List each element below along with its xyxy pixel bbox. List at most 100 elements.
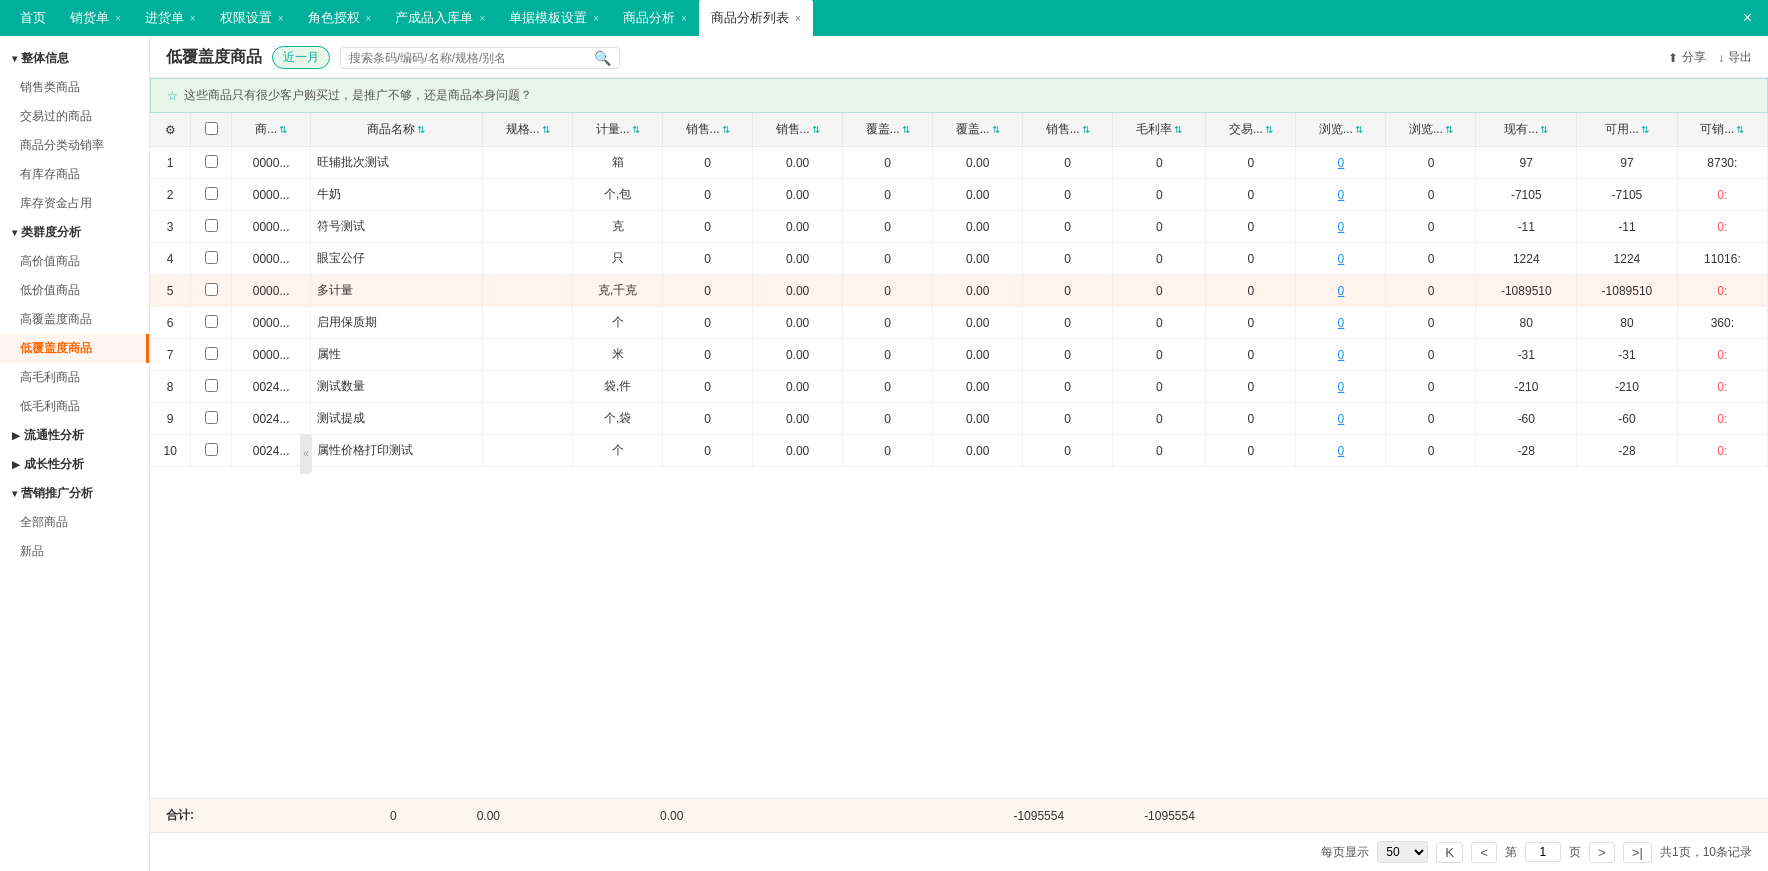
- nav-product-analysis-list[interactable]: 商品分析列表 ×: [699, 0, 813, 36]
- col-current-stock[interactable]: 现有...⇅: [1476, 113, 1577, 147]
- close-icon[interactable]: ×: [278, 13, 284, 24]
- close-icon[interactable]: ×: [593, 13, 599, 24]
- sidebar-item-stocked-goods[interactable]: 有库存商品: [0, 160, 149, 189]
- row-select-checkbox[interactable]: [205, 155, 218, 168]
- row-checkbox[interactable]: [191, 371, 232, 403]
- row-select-checkbox[interactable]: [205, 411, 218, 424]
- page-number-input[interactable]: [1525, 842, 1561, 862]
- row-browse1[interactable]: 0: [1296, 371, 1386, 403]
- row-browse1[interactable]: 0: [1296, 435, 1386, 467]
- row-checkbox[interactable]: [191, 275, 232, 307]
- row-select-checkbox[interactable]: [205, 443, 218, 456]
- row-select-checkbox[interactable]: [205, 219, 218, 232]
- row-select-checkbox[interactable]: [205, 251, 218, 264]
- close-icon[interactable]: ×: [681, 13, 687, 24]
- close-icon[interactable]: ×: [479, 13, 485, 24]
- search-input[interactable]: [349, 51, 594, 65]
- row-checkbox[interactable]: [191, 403, 232, 435]
- row-select-checkbox[interactable]: [205, 283, 218, 296]
- row-select-checkbox[interactable]: [205, 315, 218, 328]
- nav-product-analysis[interactable]: 商品分析 ×: [611, 0, 699, 36]
- sidebar-section-marketing[interactable]: ▾ 营销推广分析: [0, 479, 149, 508]
- time-filter-button[interactable]: 近一月: [272, 46, 330, 69]
- col-sales-qty[interactable]: 销售...⇅: [663, 113, 753, 147]
- col-sales3[interactable]: 销售...⇅: [1023, 113, 1113, 147]
- row-sales3: 0: [1023, 211, 1113, 243]
- row-transaction: 0: [1206, 275, 1296, 307]
- sidebar-item-low-coverage[interactable]: 低覆盖度商品: [0, 334, 149, 363]
- col-unit[interactable]: 计量...⇅: [573, 113, 663, 147]
- sidebar-section-growth[interactable]: ▶ 成长性分析: [0, 450, 149, 479]
- col-sales-amount[interactable]: 销售...⇅: [753, 113, 843, 147]
- prev-page-button[interactable]: <: [1471, 842, 1497, 863]
- row-select-checkbox[interactable]: [205, 379, 218, 392]
- sidebar-item-new-goods[interactable]: 新品: [0, 537, 149, 566]
- col-code[interactable]: 商...⇅: [232, 113, 310, 147]
- nav-sales-order[interactable]: 销货单 ×: [58, 0, 133, 36]
- close-icon[interactable]: ×: [366, 13, 372, 24]
- sidebar-item-all-goods[interactable]: 全部商品: [0, 508, 149, 537]
- table-row: 4 0000... 眼宝公仔 只 0 0.00 0 0.00 0 0 0 0 0…: [150, 243, 1768, 275]
- nav-template-settings[interactable]: 单据模板设置 ×: [497, 0, 611, 36]
- row-select-checkbox[interactable]: [205, 347, 218, 360]
- col-spec[interactable]: 规格...⇅: [483, 113, 573, 147]
- next-page-button[interactable]: >: [1589, 842, 1615, 863]
- row-browse1[interactable]: 0: [1296, 179, 1386, 211]
- col-browse1[interactable]: 浏览...⇅: [1296, 113, 1386, 147]
- share-button[interactable]: ⬆ 分享: [1668, 49, 1706, 66]
- per-page-select[interactable]: 50 10 20 100: [1377, 841, 1428, 863]
- row-checkbox[interactable]: [191, 179, 232, 211]
- col-gear[interactable]: ⚙: [150, 113, 191, 147]
- row-browse1[interactable]: 0: [1296, 243, 1386, 275]
- row-checkbox[interactable]: [191, 339, 232, 371]
- sidebar-item-category-turnover[interactable]: 商品分类动销率: [0, 131, 149, 160]
- row-browse1[interactable]: 0: [1296, 403, 1386, 435]
- sidebar-item-high-value[interactable]: 高价值商品: [0, 247, 149, 276]
- close-icon[interactable]: ×: [795, 13, 801, 24]
- row-browse1[interactable]: 0: [1296, 147, 1386, 179]
- sidebar-item-high-margin[interactable]: 高毛利商品: [0, 363, 149, 392]
- nav-production-stock[interactable]: 产成品入库单 ×: [383, 0, 497, 36]
- row-checkbox[interactable]: [191, 243, 232, 275]
- sidebar-section-circulation[interactable]: ▶ 流通性分析: [0, 421, 149, 450]
- close-icon[interactable]: ×: [190, 13, 196, 24]
- first-page-button[interactable]: K: [1436, 842, 1463, 863]
- sidebar-section-overall[interactable]: ▾ 整体信息: [0, 44, 149, 73]
- col-available-stock[interactable]: 可用...⇅: [1577, 113, 1678, 147]
- nav-purchase-order[interactable]: 进货单 ×: [133, 0, 208, 36]
- row-select-checkbox[interactable]: [205, 187, 218, 200]
- row-browse1[interactable]: 0: [1296, 307, 1386, 339]
- sidebar-item-low-margin[interactable]: 低毛利商品: [0, 392, 149, 421]
- row-browse1[interactable]: 0: [1296, 339, 1386, 371]
- sidebar-item-traded-goods[interactable]: 交易过的商品: [0, 102, 149, 131]
- sidebar-item-low-value[interactable]: 低价值商品: [0, 276, 149, 305]
- col-sellable[interactable]: 可销...⇅: [1677, 113, 1767, 147]
- col-transaction[interactable]: 交易...⇅: [1206, 113, 1296, 147]
- window-close-button[interactable]: ×: [1735, 9, 1760, 27]
- row-checkbox[interactable]: [191, 307, 232, 339]
- last-page-button[interactable]: >|: [1623, 842, 1652, 863]
- row-browse1[interactable]: 0: [1296, 275, 1386, 307]
- col-gross-margin[interactable]: 毛利率⇅: [1113, 113, 1206, 147]
- col-coverage1[interactable]: 覆盖...⇅: [843, 113, 933, 147]
- nav-home[interactable]: 首页: [8, 0, 58, 36]
- sidebar-collapse-button[interactable]: «: [300, 434, 312, 474]
- sidebar-item-high-coverage[interactable]: 高覆盖度商品: [0, 305, 149, 334]
- close-icon[interactable]: ×: [115, 13, 121, 24]
- col-coverage2[interactable]: 覆盖...⇅: [933, 113, 1023, 147]
- nav-permission-settings[interactable]: 权限设置 ×: [208, 0, 296, 36]
- col-browse2[interactable]: 浏览...⇅: [1386, 113, 1476, 147]
- select-all-checkbox[interactable]: [205, 122, 218, 135]
- sidebar-section-cluster[interactable]: ▾ 类群度分析: [0, 218, 149, 247]
- sidebar-item-sales-goods[interactable]: 销售类商品: [0, 73, 149, 102]
- row-browse1[interactable]: 0: [1296, 211, 1386, 243]
- row-checkbox[interactable]: [191, 211, 232, 243]
- row-checkbox[interactable]: [191, 147, 232, 179]
- search-icon[interactable]: 🔍: [594, 50, 611, 66]
- sidebar-item-stock-capital[interactable]: 库存资金占用: [0, 189, 149, 218]
- col-name[interactable]: 商品名称⇅: [310, 113, 482, 147]
- export-button[interactable]: ↓ 导出: [1718, 49, 1752, 66]
- nav-role-auth[interactable]: 角色授权 ×: [296, 0, 384, 36]
- row-checkbox[interactable]: [191, 435, 232, 467]
- col-checkbox[interactable]: [191, 113, 232, 147]
